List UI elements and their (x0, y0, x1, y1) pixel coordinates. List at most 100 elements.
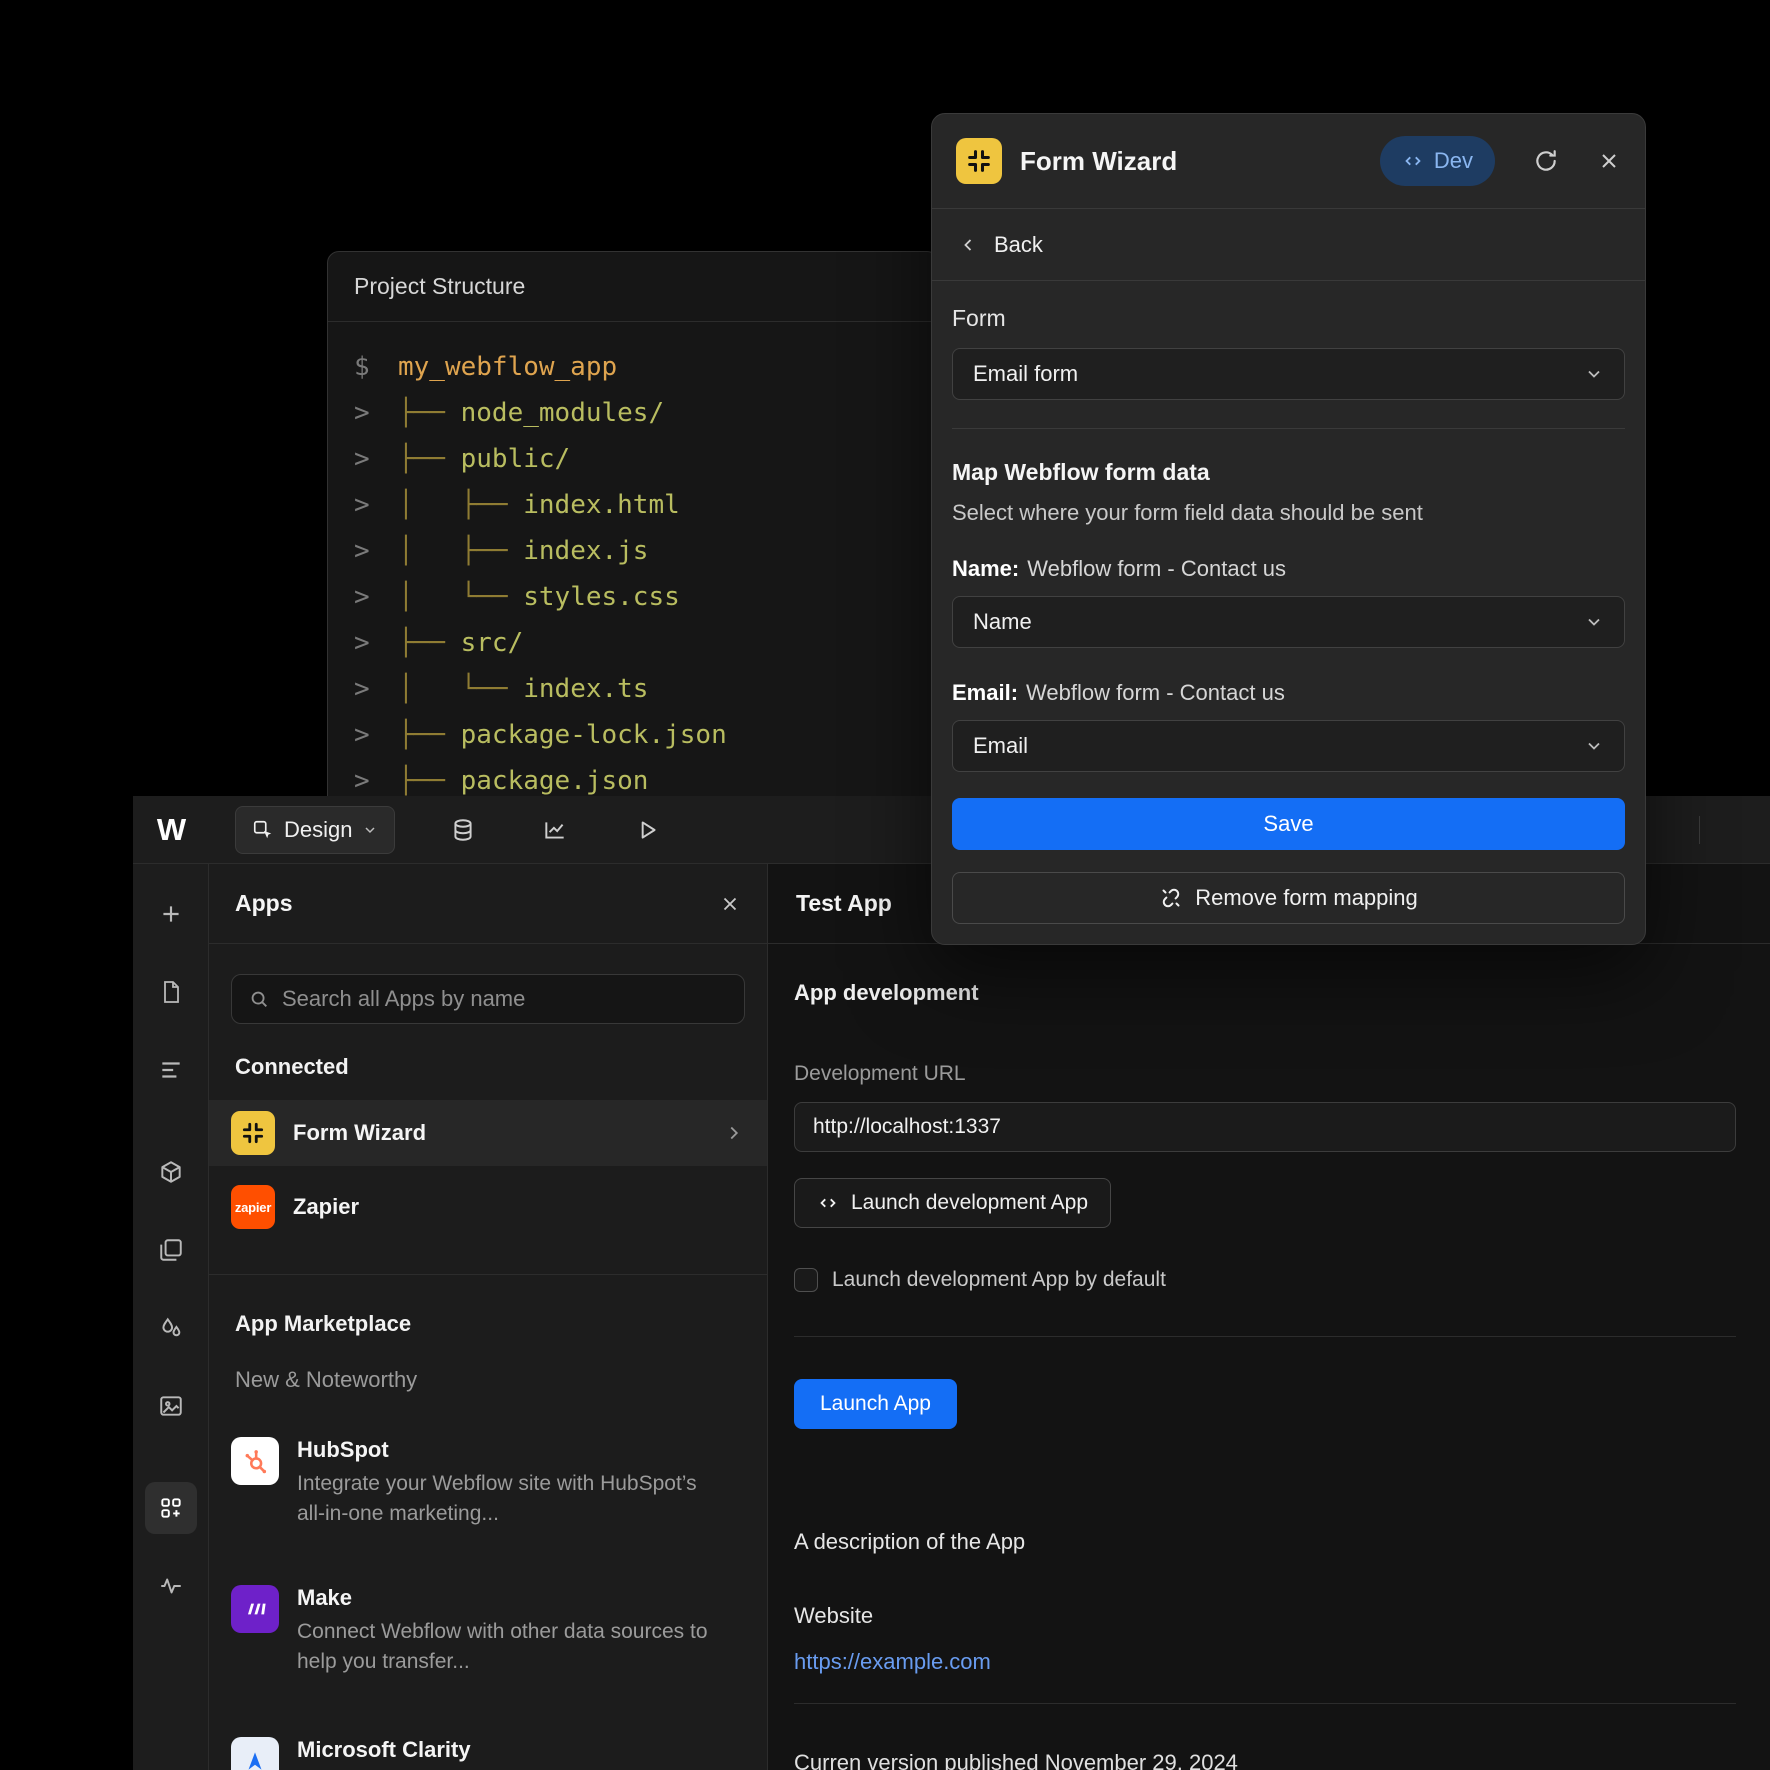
name-select-value: Name (973, 609, 1032, 635)
page-doc-icon[interactable] (1757, 816, 1770, 864)
apps-grid-icon (158, 1495, 184, 1521)
tree-line: >├── src/ (354, 620, 912, 666)
stacked-pages-icon (158, 1237, 184, 1263)
file-name: node_modules/ (461, 398, 665, 428)
collapse-chevron: > (354, 436, 398, 482)
apps-search-box[interactable] (231, 974, 745, 1024)
search-icon (248, 988, 270, 1010)
collapse-chevron: > (354, 666, 398, 712)
make-logo-icon (231, 1585, 279, 1633)
toolbar-divider (1699, 816, 1700, 844)
marketplace-app-microsoft-clarity[interactable]: Microsoft Clarity (209, 1737, 767, 1770)
tree-line: >│ └── styles.css (354, 574, 912, 620)
cms-database-icon[interactable] (439, 806, 487, 854)
form-select-value: Email form (973, 361, 1078, 387)
back-button[interactable]: Back (932, 209, 1645, 281)
code-icon (1402, 150, 1424, 172)
form-select[interactable]: Email form (952, 348, 1625, 400)
analytics-chart-icon[interactable] (531, 806, 579, 854)
components-button[interactable] (145, 1146, 197, 1198)
webflow-logo[interactable]: W (133, 796, 209, 863)
audit-button[interactable] (145, 1560, 197, 1612)
cube-icon (158, 1159, 184, 1185)
hubspot-logo-icon (231, 1437, 279, 1485)
marketplace-app-hubspot[interactable]: HubSpot Integrate your Webflow site with… (209, 1437, 767, 1529)
tree-line: >├── public/ (354, 436, 912, 482)
close-apps-panel-button[interactable] (719, 893, 741, 915)
design-mode-button[interactable]: Design (235, 806, 395, 854)
libraries-button[interactable] (145, 1224, 197, 1276)
file-name: package.json (461, 766, 649, 796)
sync-refresh-button[interactable] (1533, 148, 1559, 174)
modal-title: Form Wizard (1020, 146, 1362, 177)
connected-apps-list: Form Wizard zapier Zapier (209, 1100, 767, 1240)
form-wizard-logo-icon (956, 138, 1002, 184)
collapse-chevron: > (354, 390, 398, 436)
remove-form-mapping-button[interactable]: Remove form mapping (952, 872, 1625, 924)
divider (209, 1274, 767, 1275)
name-mapping-select[interactable]: Name (952, 596, 1625, 648)
collapse-chevron: > (354, 528, 398, 574)
development-url-input[interactable] (794, 1102, 1736, 1152)
chevron-down-icon (362, 822, 378, 838)
tree-line: >│ ├── index.html (354, 482, 912, 528)
page-icon (159, 980, 183, 1004)
form-wizard-modal: Form Wizard Dev Back Form Email form (931, 113, 1646, 945)
project-structure-title: Project Structure (328, 252, 938, 322)
assets-button[interactable] (145, 1380, 197, 1432)
apps-button[interactable] (145, 1482, 197, 1534)
close-icon (719, 893, 741, 915)
name-mapping-label: Name:Webflow form - Contact us (952, 556, 1625, 582)
apps-search-input[interactable] (282, 986, 728, 1012)
connected-app-form-wizard[interactable]: Form Wizard (209, 1100, 767, 1166)
add-elements-button[interactable] (145, 888, 197, 940)
menu-lines-icon (158, 1057, 184, 1083)
app-development-heading: App development (794, 980, 1736, 1006)
prompt-symbol: $ (354, 344, 398, 390)
dev-mode-badge[interactable]: Dev (1380, 136, 1495, 186)
version-text: Curren version published November 29, 20… (794, 1750, 1736, 1770)
app-name: Zapier (293, 1194, 359, 1220)
map-form-data-subtitle: Select where your form field data should… (952, 500, 1625, 526)
app-description: Connect Webflow with other data sources … (297, 1617, 717, 1677)
file-name: src/ (461, 628, 524, 658)
pages-button[interactable] (145, 966, 197, 1018)
form-wizard-logo-icon (231, 1111, 275, 1155)
save-button[interactable]: Save (952, 798, 1625, 850)
file-tree: $my_webflow_app >├── node_modules/ >├── … (328, 322, 938, 826)
tree-line: >│ ├── index.js (354, 528, 912, 574)
refresh-icon (1533, 148, 1559, 174)
website-link[interactable]: https://example.com (794, 1649, 991, 1675)
launch-development-app-button[interactable]: Launch development App (794, 1178, 1111, 1228)
close-modal-button[interactable] (1597, 149, 1621, 173)
launch-default-checkbox[interactable] (794, 1268, 818, 1292)
variables-button[interactable] (145, 1302, 197, 1354)
launch-default-label: Launch development App by default (832, 1268, 1166, 1292)
file-name: index.ts (523, 674, 648, 704)
marketplace-app-make[interactable]: Make Connect Webflow with other data sou… (209, 1585, 767, 1677)
webflow-designer-screen: Project Structure $my_webflow_app >├── n… (0, 0, 1770, 1770)
left-toolbar (133, 864, 209, 1770)
collapse-chevron: > (354, 574, 398, 620)
launch-app-button[interactable]: Launch App (794, 1379, 957, 1429)
chevron-right-icon (723, 1122, 745, 1144)
file-name: index.js (523, 536, 648, 566)
tree-line: >├── package-lock.json (354, 712, 912, 758)
apps-panel-header: Apps (209, 864, 767, 944)
close-icon (1597, 149, 1621, 173)
app-name: Form Wizard (293, 1120, 426, 1146)
connected-app-zapier[interactable]: zapier Zapier (209, 1174, 767, 1240)
navigator-button[interactable] (145, 1044, 197, 1096)
marketplace-section-label: App Marketplace (235, 1311, 741, 1337)
chevron-down-icon (1584, 364, 1604, 384)
email-mapping-select[interactable]: Email (952, 720, 1625, 772)
code-icon (817, 1192, 839, 1214)
preview-play-icon[interactable] (623, 806, 671, 854)
app-name: Microsoft Clarity (297, 1737, 471, 1763)
collapse-chevron: > (354, 620, 398, 666)
new-noteworthy-label: New & Noteworthy (235, 1367, 741, 1393)
app-description: Integrate your Webflow site with HubSpot… (297, 1469, 717, 1529)
design-cursor-icon (252, 819, 274, 841)
test-app-title: Test App (796, 890, 892, 917)
file-name: public/ (461, 444, 571, 474)
